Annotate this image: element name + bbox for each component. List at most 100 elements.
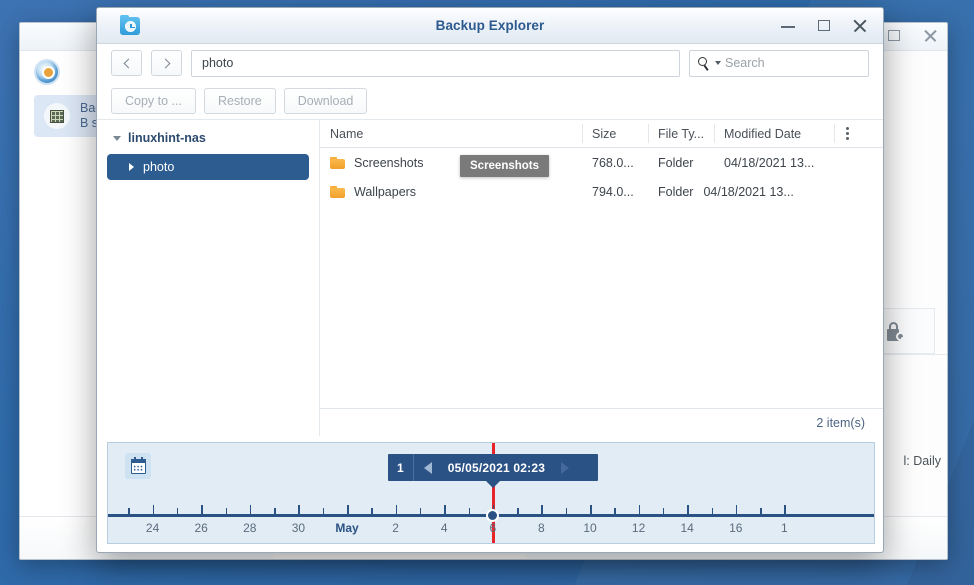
- cell-size: 794.0...: [582, 177, 648, 206]
- timeline-tick: [396, 505, 398, 514]
- kebab-menu-icon: [846, 132, 849, 135]
- file-list-header: Name Size File Ty... Modified Date: [320, 120, 883, 148]
- timeline-tick: [444, 505, 446, 514]
- triangle-right-icon[interactable]: [129, 163, 134, 171]
- chevron-left-icon: [123, 58, 133, 68]
- timeline-tick: [153, 505, 155, 514]
- timeline-tick-label: 10: [583, 521, 596, 535]
- column-options-button[interactable]: [834, 120, 883, 147]
- timeline-tick-label: 2: [392, 521, 399, 535]
- backup-folder-clock-icon: [120, 17, 140, 35]
- timeline-tick: [541, 505, 543, 514]
- timeline-tick-label: 16: [729, 521, 742, 535]
- next-snapshot-button[interactable]: [551, 454, 579, 481]
- timeline-tick-label: 14: [681, 521, 694, 535]
- cell-modified-date: 04/18/2021 13...: [693, 177, 813, 206]
- timeline-tick-label: 24: [146, 521, 159, 535]
- close-icon[interactable]: [849, 15, 871, 37]
- maximize-icon[interactable]: [813, 15, 835, 37]
- folder-tree: linuxhint-nas photo: [97, 120, 320, 436]
- bg-maximize-icon[interactable]: [885, 27, 903, 45]
- timeline-tick: [347, 505, 349, 514]
- chevron-down-icon[interactable]: [715, 61, 721, 65]
- action-toolbar: Copy to ... Restore Download: [97, 82, 883, 120]
- triangle-down-icon[interactable]: [113, 136, 121, 141]
- copy-to-button[interactable]: Copy to ...: [111, 88, 196, 114]
- file-list-pane: Name Size File Ty... Modified Date Scree…: [320, 120, 883, 436]
- snapshot-selector[interactable]: 1 05/05/2021 02:23: [388, 454, 598, 481]
- cell-size: 768.0...: [582, 148, 648, 177]
- server-icon: [44, 103, 70, 129]
- backup-schedule-text: l: Daily: [903, 454, 941, 468]
- column-header-name[interactable]: Name: [320, 120, 582, 147]
- table-row[interactable]: Wallpapers 794.0... Folder 04/18/2021 13…: [320, 177, 883, 206]
- search-input[interactable]: Search: [689, 50, 869, 77]
- path-input[interactable]: photo: [191, 50, 680, 77]
- timeline-tick: [639, 505, 641, 514]
- timeline-tick-label: 4: [441, 521, 448, 535]
- calendar-button[interactable]: [125, 453, 151, 479]
- timeline-labels: 224262830May2468101214161: [108, 521, 874, 539]
- table-row[interactable]: Screenshots 768.0... Folder 04/18/2021 1…: [320, 148, 883, 177]
- snapshot-pointer: [486, 481, 500, 488]
- timeline-tick-label: 12: [632, 521, 645, 535]
- forward-button[interactable]: [151, 50, 182, 76]
- timeline-tick-label: May: [335, 521, 358, 535]
- column-header-size[interactable]: Size: [582, 120, 648, 147]
- download-button[interactable]: Download: [284, 88, 368, 114]
- restore-button[interactable]: Restore: [204, 88, 276, 114]
- cell-name: Wallpapers: [320, 177, 582, 206]
- dialog-titlebar[interactable]: Backup Explorer: [97, 8, 883, 44]
- timeline-tick: [784, 505, 786, 514]
- item-count-label: 2 item(s): [816, 416, 865, 430]
- file-list-rows: Screenshots 768.0... Folder 04/18/2021 1…: [320, 148, 883, 408]
- timeline-tick: [590, 505, 592, 514]
- navigation-row: photo Search: [97, 44, 883, 82]
- dialog-title: Backup Explorer: [97, 18, 883, 33]
- minimize-icon[interactable]: [777, 15, 799, 37]
- folder-icon: [330, 157, 345, 169]
- triangle-left-icon: [424, 462, 432, 474]
- tree-root-label: linuxhint-nas: [128, 131, 206, 145]
- timeline-tick-label: 30: [292, 521, 305, 535]
- timeline-tick: [201, 505, 203, 514]
- chevron-right-icon: [160, 58, 170, 68]
- column-header-modified-date[interactable]: Modified Date: [714, 120, 834, 147]
- tree-root-linuxhint-nas[interactable]: linuxhint-nas: [97, 128, 319, 148]
- timeline-tick: [250, 505, 252, 514]
- back-button[interactable]: [111, 50, 142, 76]
- status-bar: 2 item(s): [320, 408, 883, 436]
- timeline-tick-label: 6: [489, 521, 496, 535]
- snapshot-datetime: 05/05/2021 02:23: [442, 461, 551, 475]
- cell-file-type: Folder: [648, 177, 693, 206]
- bg-close-icon[interactable]: [921, 27, 939, 45]
- timeline-tick: [736, 505, 738, 514]
- timeline-tick-label: 1: [781, 521, 788, 535]
- backup-timeline[interactable]: 1 05/05/2021 02:23 224262830May246810121…: [107, 442, 875, 544]
- search-placeholder: Search: [725, 56, 765, 70]
- tree-item-photo[interactable]: photo: [107, 154, 309, 180]
- previous-snapshot-button[interactable]: [414, 454, 442, 481]
- timeline-tick: [298, 505, 300, 514]
- timeline-tick-label: 8: [538, 521, 545, 535]
- cell-name: Screenshots: [320, 148, 582, 177]
- tree-item-label: photo: [143, 160, 174, 174]
- timeline-tick-label: 26: [195, 521, 208, 535]
- calendar-icon: [131, 459, 146, 474]
- app-logo-icon: [34, 59, 60, 85]
- file-name: Screenshots: [354, 156, 423, 170]
- dialog-window-controls: [777, 15, 871, 37]
- timeline-tick: [687, 505, 689, 514]
- cell-file-type: Folder: [648, 148, 714, 177]
- folder-icon: [330, 186, 345, 198]
- triangle-right-icon: [561, 462, 569, 474]
- timeline-tick-label: 28: [243, 521, 256, 535]
- column-header-file-type[interactable]: File Ty...: [648, 120, 714, 147]
- lock-settings-icon: [887, 322, 905, 341]
- snapshot-version-number: 1: [388, 454, 414, 481]
- backup-explorer-dialog[interactable]: Backup Explorer photo Search Copy to ...…: [96, 7, 884, 553]
- search-icon: [698, 57, 711, 70]
- path-value: photo: [202, 56, 233, 70]
- cell-modified-date: 04/18/2021 13...: [714, 148, 834, 177]
- file-name: Wallpapers: [354, 185, 416, 199]
